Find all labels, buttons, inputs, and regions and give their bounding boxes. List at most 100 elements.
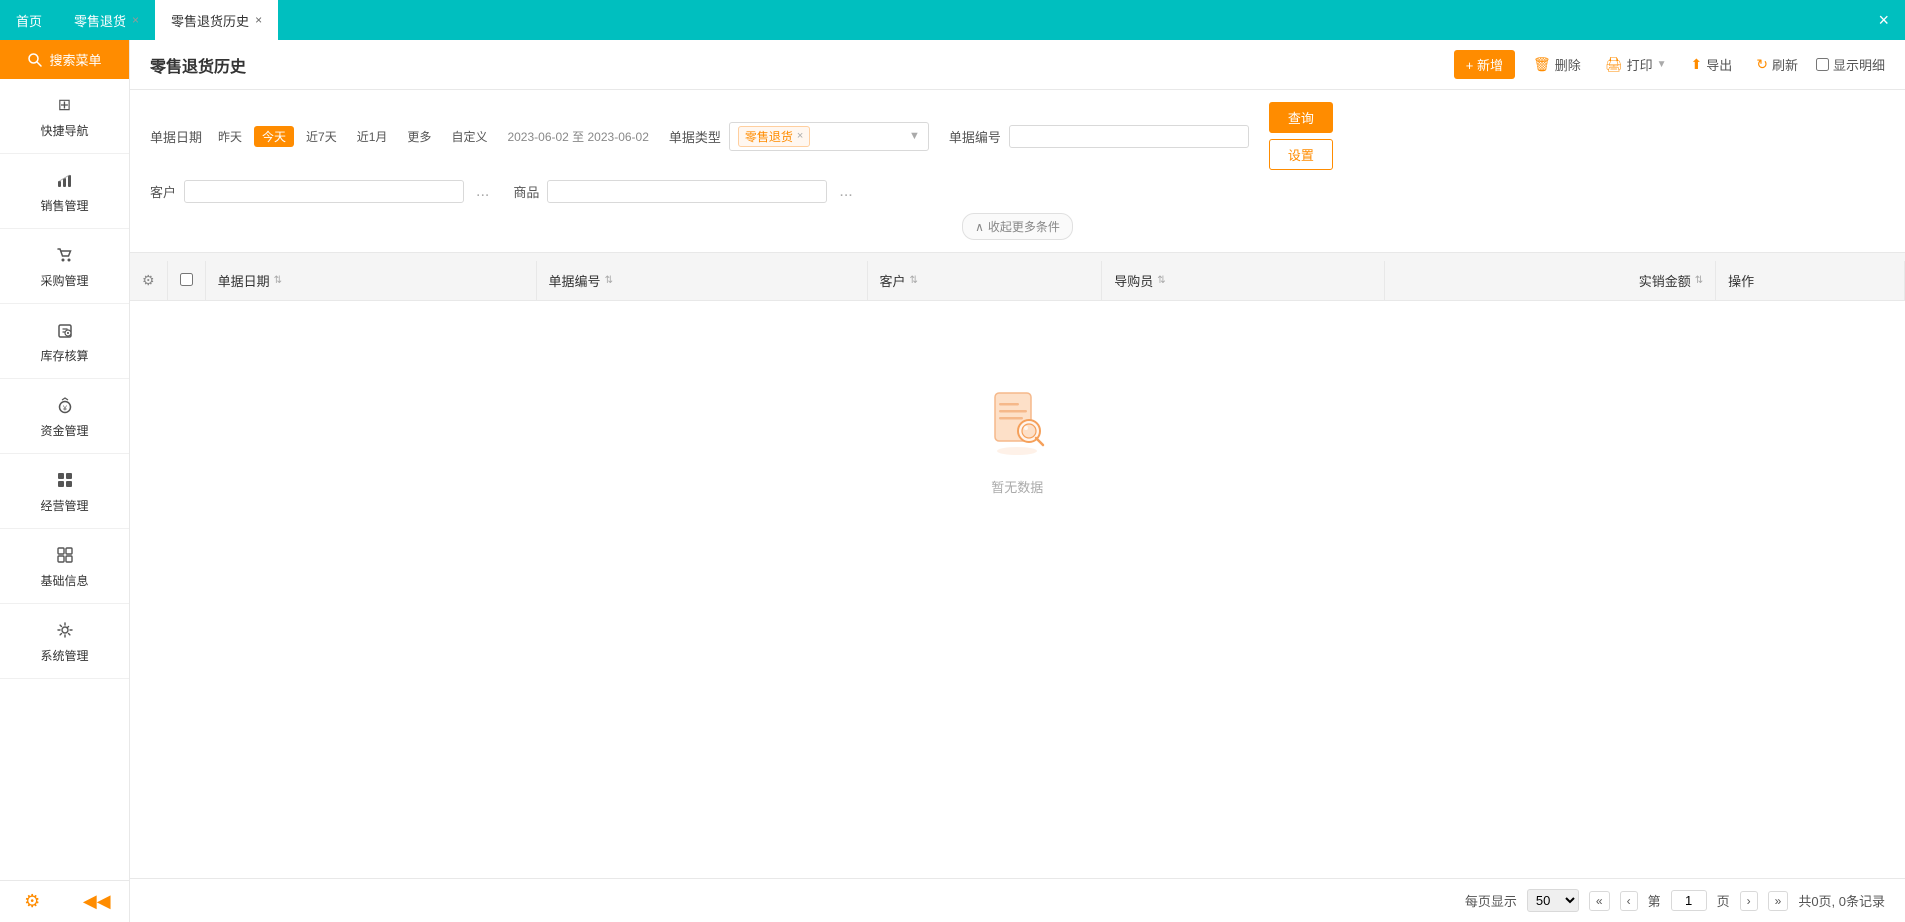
- th-actions-label: 操作: [1728, 274, 1754, 289]
- pagination-bar: 每页显示 20 50 100 « ‹ 第 页 › » 共0页, 0条记录: [130, 878, 1905, 922]
- number-sort-icon[interactable]: ⇅: [605, 275, 613, 286]
- date-opt-more[interactable]: 更多: [399, 126, 439, 147]
- page-word: 第: [1648, 891, 1661, 910]
- empty-state-cell: 暂无数据: [130, 301, 1905, 577]
- sidebar-item-label: 采购管理: [40, 272, 88, 289]
- date-opt-yesterday[interactable]: 昨天: [210, 126, 250, 147]
- quick-nav-icon: ⊞: [53, 93, 77, 117]
- sidebar-item-basic-info[interactable]: 基础信息: [0, 529, 129, 604]
- tab-return-close[interactable]: ×: [132, 13, 139, 27]
- export-btn[interactable]: ⬆ 导出: [1684, 51, 1738, 78]
- tab-home[interactable]: 首页: [0, 0, 58, 40]
- page-actions: + 新增 🗑 删除 🖨 打印 ▼ ⬆ 导出 ↻ 刷新: [1454, 50, 1885, 79]
- type-tag-close[interactable]: ×: [797, 130, 803, 142]
- new-btn-label: + 新增: [1466, 55, 1503, 74]
- goods-ellipsis-btn[interactable]: ...: [835, 183, 856, 201]
- sidebar-bottom: ⚙ ◀◀: [0, 880, 129, 922]
- th-amount-label: 实销金额: [1639, 271, 1691, 290]
- first-page-btn[interactable]: «: [1589, 891, 1610, 911]
- basic-info-icon: [53, 543, 77, 567]
- date-sort-icon[interactable]: ⇅: [274, 275, 282, 286]
- number-filter-input[interactable]: [1009, 125, 1249, 148]
- sidebar-item-label: 资金管理: [40, 422, 88, 439]
- new-btn[interactable]: + 新增: [1454, 50, 1515, 79]
- date-opt-7days[interactable]: 近7天: [298, 126, 345, 147]
- sidebar-item-label: 经营管理: [40, 497, 88, 514]
- guide-sort-icon[interactable]: ⇅: [1157, 275, 1165, 286]
- sidebar-search-label: 搜索菜单: [49, 50, 101, 69]
- select-all-checkbox[interactable]: [180, 273, 193, 286]
- filter-settings-btn[interactable]: 设置: [1269, 139, 1333, 170]
- total-text: 共0页, 0条记录: [1798, 891, 1885, 910]
- refresh-btn-label: 刷新: [1772, 55, 1798, 74]
- date-opt-today[interactable]: 今天: [254, 126, 294, 147]
- collapse-btn[interactable]: ∧ 收起更多条件: [962, 213, 1073, 240]
- sidebar-item-label: 基础信息: [40, 572, 88, 589]
- sidebar-settings-btn[interactable]: ⚙: [0, 881, 65, 922]
- query-btn[interactable]: 查询: [1269, 102, 1333, 133]
- page-input[interactable]: [1671, 890, 1707, 911]
- sidebar-item-finance-mgmt[interactable]: ¥ 资金管理: [0, 379, 129, 454]
- date-filter-label: 单据日期: [150, 127, 202, 146]
- page-size-select[interactable]: 20 50 100: [1527, 889, 1579, 912]
- sidebar-item-ops-mgmt[interactable]: 经营管理: [0, 454, 129, 529]
- tab-return-history-close[interactable]: ×: [255, 13, 262, 27]
- tab-return-history-label: 零售退货历史: [171, 11, 249, 30]
- date-opt-1month[interactable]: 近1月: [349, 126, 396, 147]
- export-btn-label: 导出: [1706, 55, 1732, 74]
- sidebar-item-label: 销售管理: [40, 197, 88, 214]
- amount-sort-icon[interactable]: ⇅: [1695, 275, 1703, 286]
- top-bar: 首页 零售退货 × 零售退货历史 × ×: [0, 0, 1905, 40]
- page-title: 零售退货历史: [150, 53, 246, 77]
- goods-filter-input[interactable]: [547, 180, 827, 203]
- th-actions: 操作: [1716, 261, 1905, 301]
- customer-filter-label: 客户: [150, 182, 176, 201]
- sidebar-item-sales-mgmt[interactable]: 销售管理: [0, 154, 129, 229]
- sidebar-item-purchase-mgmt[interactable]: 采购管理: [0, 229, 129, 304]
- display-detail-checkbox[interactable]: [1816, 58, 1829, 71]
- prev-page-btn[interactable]: ‹: [1620, 891, 1638, 911]
- filter-row-1: 单据日期 昨天 今天 近7天 近1月 更多 自定义 2023-06-02 至 2…: [150, 102, 1885, 170]
- goods-filter-group: 商品 ...: [513, 180, 856, 203]
- type-filter-label: 单据类型: [669, 127, 721, 146]
- sidebar-speaker-btn[interactable]: ◀◀: [65, 881, 130, 922]
- print-dropdown-icon: ▼: [1657, 59, 1667, 70]
- svg-text:¥: ¥: [63, 406, 67, 413]
- th-number-label: 单据编号: [549, 271, 601, 290]
- customer-ellipsis-btn[interactable]: ...: [472, 183, 493, 201]
- customer-sort-icon[interactable]: ⇅: [910, 275, 918, 286]
- print-btn[interactable]: 🖨 打印 ▼: [1599, 51, 1673, 78]
- sidebar-item-inventory[interactable]: 库存核算: [0, 304, 129, 379]
- table-body: 暂无数据: [130, 301, 1905, 577]
- type-select[interactable]: 零售退货 × ▼: [729, 122, 929, 151]
- customer-filter-input[interactable]: [184, 180, 464, 203]
- last-page-btn[interactable]: »: [1768, 891, 1789, 911]
- type-tag-label: 零售退货: [745, 128, 793, 145]
- search-icon: [27, 52, 43, 68]
- delete-btn-label: 删除: [1555, 55, 1581, 74]
- tab-return[interactable]: 零售退货 ×: [58, 0, 155, 40]
- customer-filter-group: 客户 ...: [150, 180, 493, 203]
- th-customer: 客户 ⇅: [867, 261, 1102, 301]
- empty-state-icon: [977, 381, 1057, 461]
- topbar-close-btn[interactable]: ×: [1878, 10, 1905, 31]
- query-settings-group: 查询 设置: [1269, 102, 1333, 170]
- display-detail-label: 显示明细: [1833, 55, 1885, 74]
- settings-icon: ⚙: [24, 891, 40, 912]
- table-container: ⚙ 单据日期 ⇅ 单据编号: [130, 261, 1905, 878]
- tab-return-history[interactable]: 零售退货历史 ×: [155, 0, 278, 40]
- sidebar-item-quick-nav[interactable]: ⊞ 快捷导航: [0, 79, 129, 154]
- sidebar-search[interactable]: 搜索菜单: [0, 40, 129, 79]
- sidebar-item-sys-mgmt[interactable]: 系统管理: [0, 604, 129, 679]
- table-settings-icon[interactable]: ⚙: [142, 272, 155, 288]
- refresh-btn[interactable]: ↻ 刷新: [1750, 51, 1804, 78]
- delete-btn[interactable]: 🗑 删除: [1527, 51, 1587, 78]
- finance-icon: ¥: [53, 393, 77, 417]
- empty-state-row: 暂无数据: [130, 301, 1905, 577]
- next-page-btn[interactable]: ›: [1740, 891, 1758, 911]
- type-filter-group: 单据类型 零售退货 × ▼: [669, 122, 929, 151]
- empty-text: 暂无数据: [991, 477, 1043, 496]
- date-opt-custom[interactable]: 自定义: [443, 126, 495, 147]
- content-area: 零售退货历史 + 新增 🗑 删除 🖨 打印 ▼ ⬆ 导出: [130, 40, 1905, 922]
- type-tag: 零售退货 ×: [738, 126, 810, 147]
